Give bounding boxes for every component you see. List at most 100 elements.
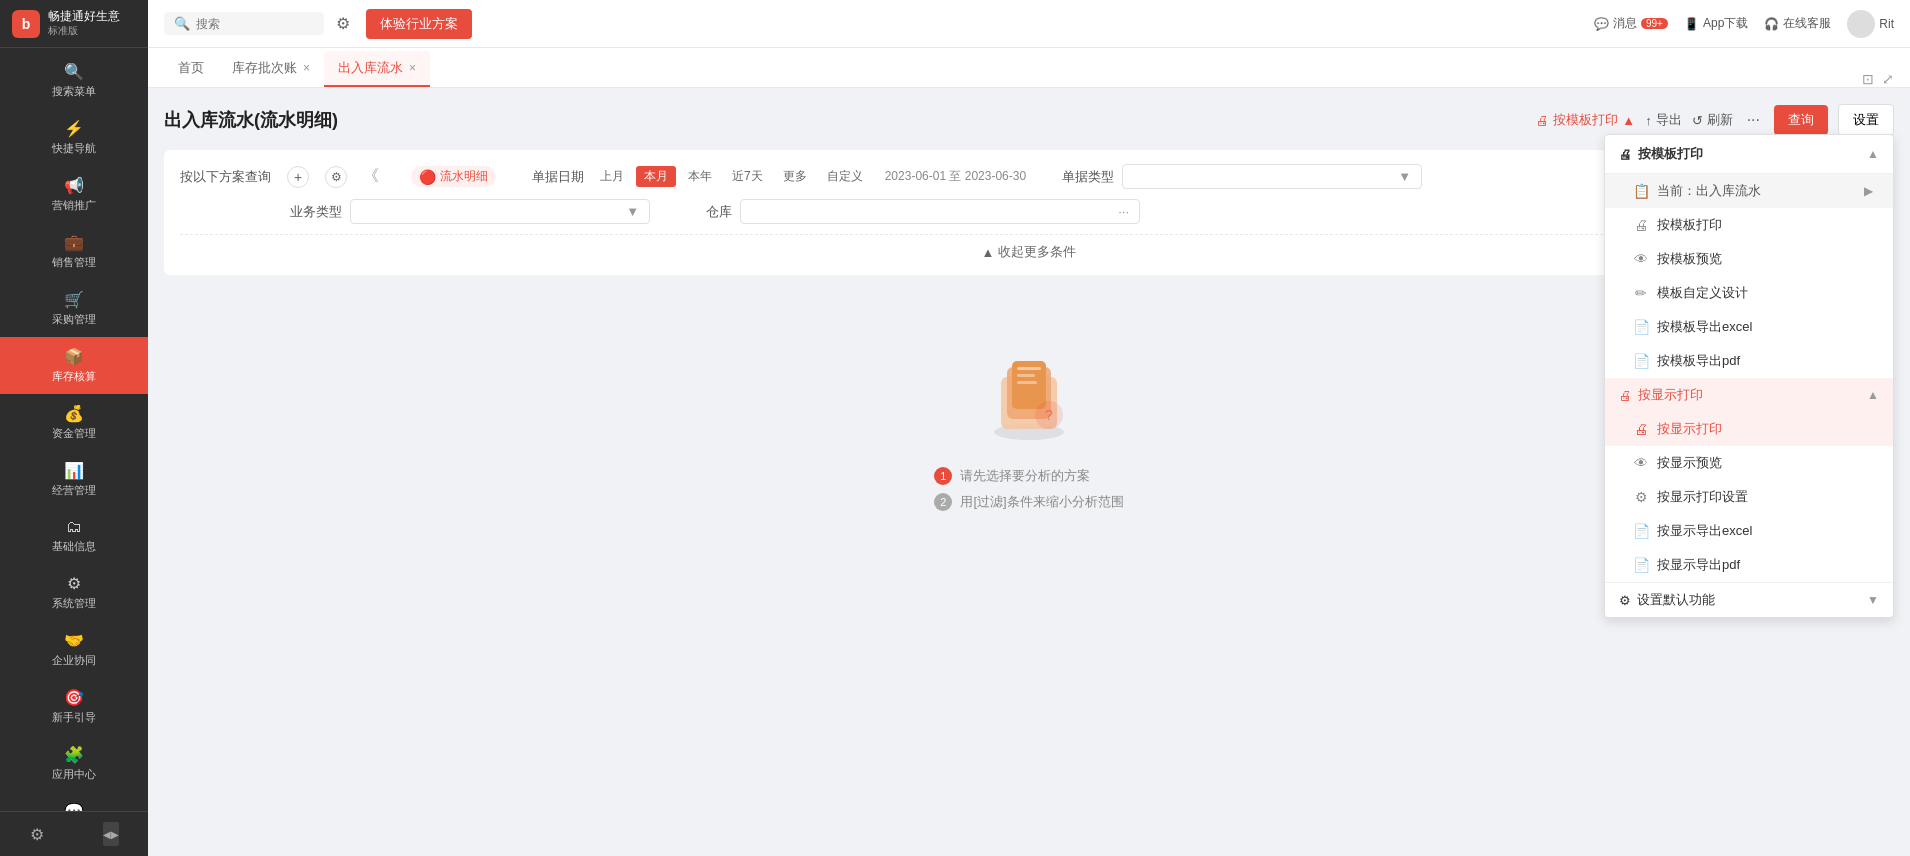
template-pdf-icon: 📄 (1633, 353, 1649, 369)
warehouse-select[interactable]: ··· (740, 199, 1140, 224)
dropdown-current-item[interactable]: 📋 当前：出入库流水 ▶ (1605, 174, 1893, 208)
message-badge: 99+ (1641, 18, 1668, 29)
biz-type-select[interactable]: ▼ (350, 199, 650, 224)
refresh-button[interactable]: ↺ 刷新 (1692, 111, 1733, 129)
chevron-up-icon: ▲ (1622, 113, 1635, 128)
tab-home-label: 首页 (178, 59, 204, 77)
footer-settings-icon: ⚙ (1619, 593, 1631, 608)
export-button[interactable]: ↑ 导出 (1645, 111, 1682, 129)
filter-tags-area: 🔴 流水明细 (411, 166, 496, 187)
page-actions: 🖨 按模板打印 ▲ ↑ 导出 ↺ 刷新 ··· 查询 设置 (1536, 104, 1894, 136)
sidebar-item-wechat[interactable]: 💬企业微信 (0, 792, 148, 811)
sidebar-item-purchase[interactable]: 🛒 采购管理 (0, 280, 148, 337)
dropdown-footer-settings[interactable]: ⚙ 设置默认功能 ▼ (1605, 582, 1893, 617)
dropdown-template-preview-item[interactable]: 👁 按模板预览 (1605, 242, 1893, 276)
industry-solution-button[interactable]: 体验行业方案 (366, 9, 472, 39)
sidebar-item-corp[interactable]: 🤝企业协同 (0, 621, 148, 678)
tab-batch-account-close[interactable]: × (303, 61, 310, 75)
dropdown-display-print-settings-item[interactable]: ⚙ 按显示打印设置 (1605, 480, 1893, 514)
message-button[interactable]: 💬 消息 99+ (1594, 15, 1668, 32)
query-button[interactable]: 查询 (1774, 105, 1828, 135)
sidebar-item-operation[interactable]: 📊经营管理 (0, 451, 148, 508)
sidebar-item-guide[interactable]: 🎯新手引导 (0, 678, 148, 735)
nav-label-sales: 销售管理 (52, 255, 96, 270)
sidebar-item-app-center[interactable]: 🧩应用中心 (0, 735, 148, 792)
user-name: Rit (1879, 17, 1894, 31)
display-settings-label: 按显示打印设置 (1657, 488, 1748, 506)
date-tab-current-year[interactable]: 本年 (680, 166, 720, 187)
dropdown-template-customize-item[interactable]: ✏ 模板自定义设计 (1605, 276, 1893, 310)
user-menu-button[interactable]: Rit (1847, 10, 1894, 38)
print-icon: 🖨 (1536, 113, 1549, 128)
logo-icon: b (12, 10, 40, 38)
dropdown-display-excel-item[interactable]: 📄 按显示导出excel (1605, 514, 1893, 548)
dropdown-template-print-item[interactable]: 🖨 按模板打印 (1605, 208, 1893, 242)
sidebar-item-search[interactable]: 🔍搜索菜单 (0, 52, 148, 109)
search-input[interactable] (196, 17, 296, 31)
online-service-label: 在线客服 (1783, 15, 1831, 32)
template-print-button[interactable]: 🖨 按模板打印 ▲ (1536, 111, 1635, 129)
dropdown-display-print-item[interactable]: 🖨 按显示打印 (1605, 412, 1893, 446)
restore-icon[interactable]: ⊡ (1862, 71, 1874, 87)
nav-label-inventory: 库存核算 (52, 369, 96, 384)
nav-label-quick-nav: 快捷导航 (52, 141, 96, 156)
display-excel-icon: 📄 (1633, 523, 1649, 539)
date-tab-more[interactable]: 更多 (775, 166, 815, 187)
svg-rect-6 (1017, 381, 1037, 384)
more-actions-button[interactable]: ··· (1747, 111, 1760, 129)
nav-label-purchase: 采购管理 (52, 312, 96, 327)
message-label: 消息 (1613, 15, 1637, 32)
nav-label-marketing: 营销推广 (52, 198, 96, 213)
dropdown-display-pdf-item[interactable]: 📄 按显示导出pdf (1605, 548, 1893, 582)
dropdown-template-excel-item[interactable]: 📄 按模板导出excel (1605, 310, 1893, 344)
display-group-label: 按显示打印 (1638, 386, 1703, 404)
tab-batch-account[interactable]: 库存批次账 × (218, 51, 324, 87)
topbar-search-box[interactable]: 🔍 (164, 12, 324, 35)
sidebar-settings-icon[interactable]: ⚙ (30, 825, 44, 844)
date-tab-current-month[interactable]: 本月 (636, 166, 676, 187)
dropdown-display-preview-item[interactable]: 👁 按显示预览 (1605, 446, 1893, 480)
filter-settings-button[interactable]: ⚙ (325, 166, 347, 188)
template-customize-label: 模板自定义设计 (1657, 284, 1748, 302)
tab-inout-flow-close[interactable]: × (409, 61, 416, 75)
nav-label-base: 基础信息 (52, 539, 96, 554)
template-print-item-label: 按模板打印 (1657, 216, 1722, 234)
display-print-item-icon: 🖨 (1633, 421, 1649, 437)
sidebar-item-quick-nav[interactable]: ⚡快捷导航 (0, 109, 148, 166)
date-tab-last-month[interactable]: 上月 (592, 166, 632, 187)
template-print-item-icon: 🖨 (1633, 217, 1649, 233)
settings-button[interactable]: 设置 (1838, 104, 1894, 136)
sidebar-item-inventory[interactable]: 📦库存核算 (0, 337, 148, 394)
dropdown-display-group-header[interactable]: 🖨 按显示打印 ▲ (1605, 378, 1893, 412)
dropdown-current-label: 当前：出入库流水 (1657, 182, 1761, 200)
sidebar-item-marketing[interactable]: 📢 营销推广 (0, 166, 148, 223)
filter-collapse-button[interactable]: 《 (363, 166, 379, 187)
display-group-icon: 🖨 (1619, 388, 1632, 403)
online-service-button[interactable]: 🎧 在线客服 (1764, 15, 1831, 32)
step1-label: 请先选择要分析的方案 (960, 467, 1090, 485)
sidebar-item-system[interactable]: ⚙系统管理 (0, 564, 148, 621)
sidebar-item-base[interactable]: 🗂基础信息 (0, 508, 148, 564)
filter-tag-flow-detail[interactable]: 🔴 流水明细 (411, 166, 496, 187)
doc-type-select[interactable]: ▼ (1122, 164, 1422, 189)
filter-add-button[interactable]: + (287, 166, 309, 188)
app-download-button[interactable]: 📱 App下载 (1684, 15, 1748, 32)
display-excel-label: 按显示导出excel (1657, 522, 1752, 540)
dropdown-print-header-icon: 🖨 (1619, 147, 1632, 162)
tab-home[interactable]: 首页 (164, 51, 218, 87)
nav-icon-marketing: 📢 (64, 176, 84, 195)
date-tab-custom[interactable]: 自定义 (819, 166, 871, 187)
nav-icon-purchase: 🛒 (64, 290, 84, 309)
maximize-icon[interactable]: ⤢ (1882, 71, 1894, 87)
sidebar-item-sales[interactable]: 💼销售管理 (0, 223, 148, 280)
date-tab-7days[interactable]: 近7天 (724, 166, 771, 187)
tab-inout-flow[interactable]: 出入库流水 × (324, 51, 430, 87)
display-pdf-label: 按显示导出pdf (1657, 556, 1740, 574)
warehouse-more-icon[interactable]: ··· (1118, 204, 1129, 219)
dropdown-scroll-up[interactable]: ▲ (1867, 147, 1879, 161)
template-pdf-label: 按模板导出pdf (1657, 352, 1740, 370)
topbar-settings-icon[interactable]: ⚙ (336, 14, 350, 33)
dropdown-template-pdf-item[interactable]: 📄 按模板导出pdf (1605, 344, 1893, 378)
sidebar-item-finance[interactable]: 💰资金管理 (0, 394, 148, 451)
sidebar-collapse-btn[interactable]: ◀▶ (103, 822, 119, 846)
